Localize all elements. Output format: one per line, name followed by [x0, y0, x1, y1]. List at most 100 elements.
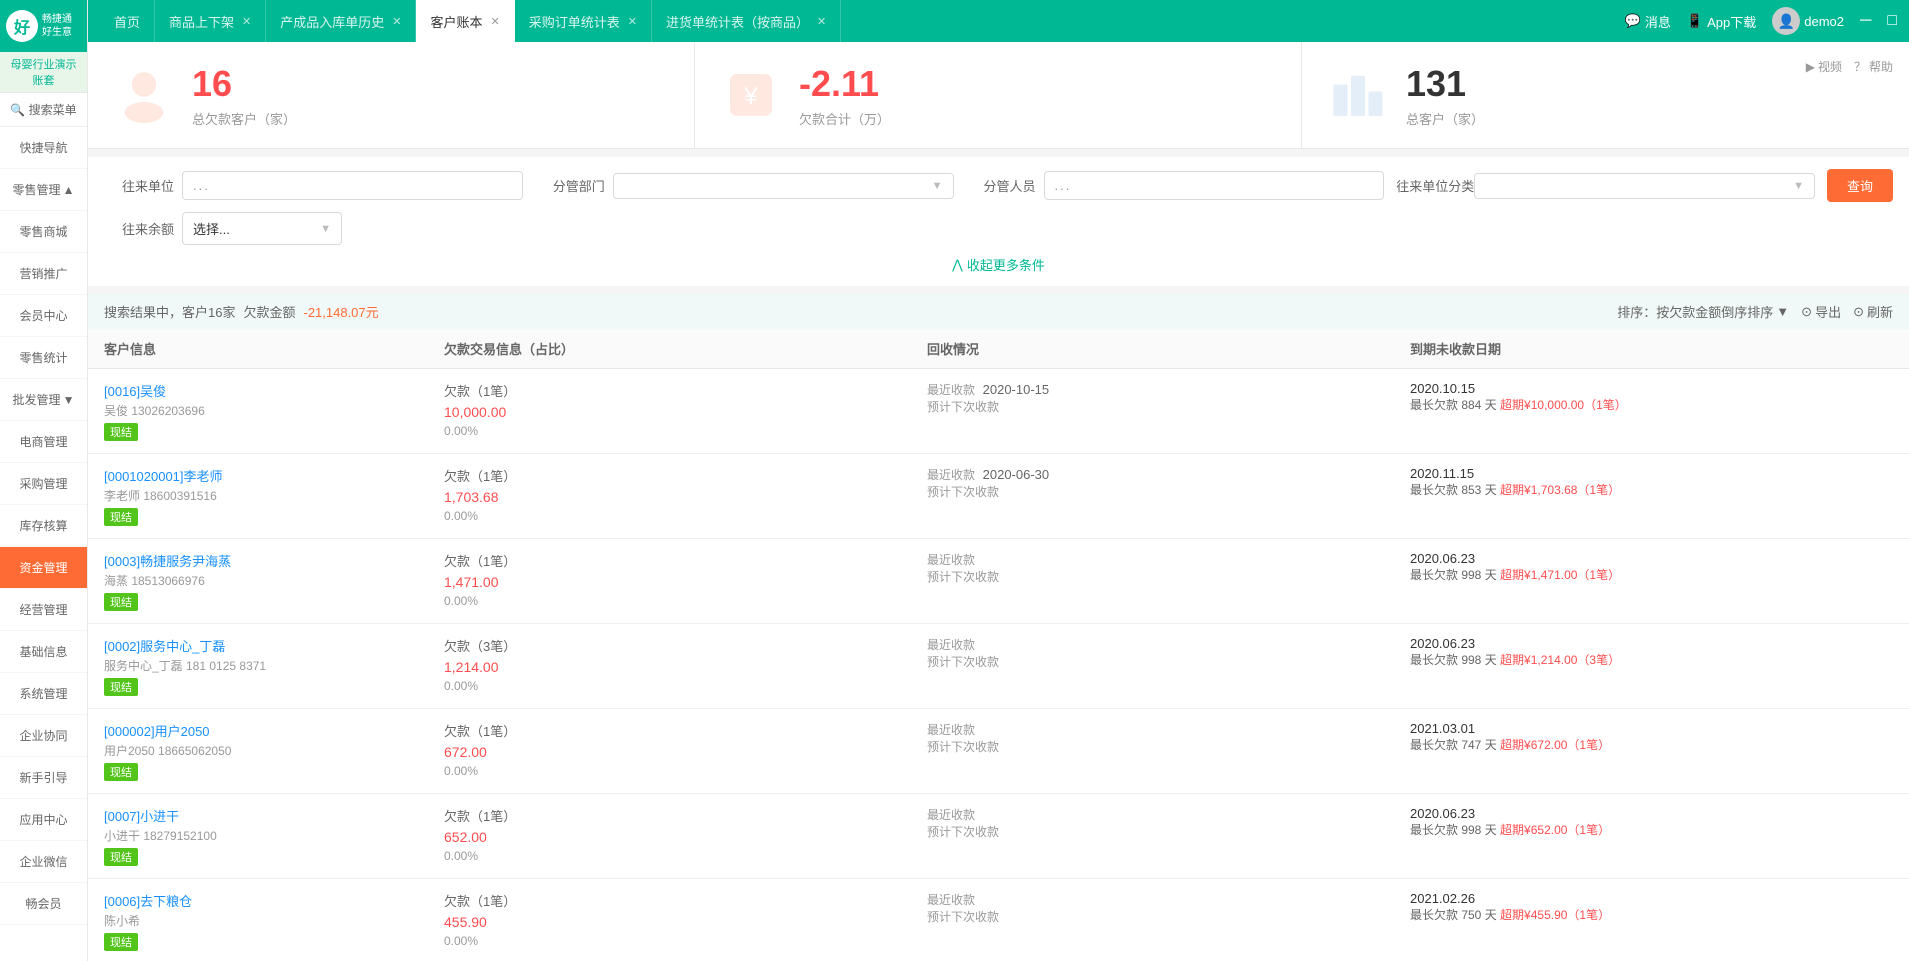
sidebar-item-zero-sales-mgmt[interactable]: 零售管理 ▲ — [0, 169, 87, 211]
collapse-button[interactable]: ⋀ 收起更多条件 — [952, 255, 1045, 274]
logo-text: 畅捷通好生意 — [42, 13, 81, 39]
customer-badge: 现结 — [104, 678, 138, 696]
recovery-cell: 最近收款 预计下次收款 — [927, 891, 1410, 925]
sidebar-item-marketing[interactable]: 营销推广 — [0, 253, 87, 295]
overdue-amount-link[interactable]: 超期¥652.00（1笔） — [1500, 823, 1610, 837]
help-action[interactable]: ？ 帮助 — [1854, 58, 1893, 75]
sidebar-item-vip[interactable]: 畅会员 — [0, 883, 87, 925]
tab-production-history[interactable]: 产成品入库单历史 ✕ — [266, 0, 416, 42]
category-select[interactable]: ▼ — [1474, 173, 1815, 199]
export-action[interactable]: ⊙ 导出 — [1801, 302, 1841, 321]
app-download-action[interactable]: 📱 App下载 — [1687, 12, 1756, 31]
overdue-amount-link[interactable]: 超期¥1,471.00（1笔） — [1500, 568, 1620, 582]
balance-select[interactable]: 选择... ▼ — [182, 212, 342, 245]
tab-purchase-stats-product[interactable]: 进货单统计表（按商品） ✕ — [652, 0, 841, 42]
sidebar-item-apps[interactable]: 应用中心 — [0, 799, 87, 841]
duedate-cell: 2020.11.15 最长欠款 853 天 超期¥1,703.68（1笔） — [1410, 466, 1893, 498]
refresh-icon: ⊙ — [1853, 304, 1864, 320]
sidebar-item-finance[interactable]: 资金管理 — [0, 547, 87, 589]
sort-action[interactable]: 排序：按欠款金额倒序排序 ▼ — [1617, 302, 1789, 321]
next-collect: 预计下次收款 — [927, 823, 1410, 840]
sidebar-item-member[interactable]: 会员中心 — [0, 295, 87, 337]
customer-name-link[interactable]: [0007]小进干 — [104, 809, 179, 824]
last-collect: 最近收款 2020-10-15 — [927, 381, 1410, 398]
minimize-button[interactable]: ─ — [1860, 12, 1871, 30]
debt-amount: 672.00 — [444, 744, 927, 760]
results-summary: 搜索结果中，客户16家 — [104, 302, 235, 321]
customer-name-link[interactable]: [0016]吴俊 — [104, 384, 166, 399]
maximize-button[interactable]: □ — [1887, 12, 1897, 30]
sidebar-item-basic-info[interactable]: 基础信息 — [0, 631, 87, 673]
search-menu-item[interactable]: 🔍 搜索菜单 — [0, 93, 87, 127]
sidebar-item-zero-stats[interactable]: 零售统计 — [0, 337, 87, 379]
chevron-icon: ▲ — [63, 183, 75, 197]
source-unit-input[interactable]: ... — [182, 171, 523, 200]
refresh-action[interactable]: ⊙ 刷新 — [1853, 302, 1893, 321]
tab-close-icon[interactable]: ✕ — [817, 15, 826, 28]
debt-info-cell: 欠款（1笔） 652.00 0.00% — [444, 806, 927, 863]
tab-product-listing[interactable]: 商品上下架 ✕ — [155, 0, 266, 42]
sort-chevron-icon: ▼ — [1776, 304, 1789, 319]
sidebar-item-enterprise[interactable]: 企业协同 — [0, 715, 87, 757]
customer-name-link[interactable]: [0001020001]李老师 — [104, 469, 223, 484]
overdue-amount-link[interactable]: 超期¥1,703.68（1笔） — [1500, 483, 1620, 497]
tab-home[interactable]: 首页 — [100, 0, 155, 42]
person-input[interactable]: ... — [1044, 171, 1385, 200]
customer-badge: 现结 — [104, 763, 138, 781]
overdue-amount-link[interactable]: 超期¥10,000.00（1笔） — [1500, 398, 1627, 412]
sidebar-item-system[interactable]: 系统管理 — [0, 673, 87, 715]
demo-label: 母婴行业演示账套 — [0, 52, 87, 93]
sidebar-item-zero-mall[interactable]: 零售商城 — [0, 211, 87, 253]
customer-info-cell: [0016]吴俊 吴俊 13026203696 现结 — [104, 381, 444, 441]
overdue-amount-link[interactable]: 超期¥1,214.00（3笔） — [1500, 653, 1620, 667]
customer-name-link[interactable]: [000002]用户2050 — [104, 724, 210, 739]
recovery-cell: 最近收款 预计下次收款 — [927, 721, 1410, 755]
query-button[interactable]: 查询 — [1827, 169, 1893, 202]
debt-label: 欠款（1笔） — [444, 551, 927, 570]
chevron-icon: ▼ — [63, 393, 75, 407]
duedate-cell: 2020.06.23 最长欠款 998 天 超期¥652.00（1笔） — [1410, 806, 1893, 838]
customer-name-link[interactable]: [0003]畅捷服务尹海蒸 — [104, 554, 231, 569]
tab-close-icon[interactable]: ✕ — [628, 15, 637, 28]
total-customers-icon — [1326, 63, 1390, 127]
stats-bar: 16 总欠款客户（家） ¥ -2.11 欠款合计（万） — [88, 42, 1909, 149]
next-collect: 预计下次收款 — [927, 908, 1410, 925]
tab-purchase-order-stats[interactable]: 采购订单统计表 ✕ — [515, 0, 652, 42]
sidebar-item-purchase[interactable]: 采购管理 — [0, 463, 87, 505]
debt-amount: 455.90 — [444, 914, 927, 930]
tab-close-icon[interactable]: ✕ — [392, 15, 401, 28]
sidebar-item-wechat[interactable]: 企业微信 — [0, 841, 87, 883]
due-date: 2020.06.23 — [1410, 806, 1893, 821]
overdue-amount-link[interactable]: 超期¥455.90（1笔） — [1500, 908, 1610, 922]
customer-name-link[interactable]: [0006]去下粮仓 — [104, 894, 192, 909]
debt-percent: 0.00% — [444, 424, 927, 438]
col-header-customer: 客户信息 — [104, 339, 444, 358]
message-action[interactable]: 💬 消息 — [1625, 12, 1671, 31]
tab-customer-ledger[interactable]: 客户账本 ✕ — [416, 0, 514, 42]
sidebar-item-ecommerce[interactable]: 电商管理 — [0, 421, 87, 463]
overdue-amount-link[interactable]: 超期¥672.00（1笔） — [1500, 738, 1610, 752]
tab-close-icon[interactable]: ✕ — [242, 15, 251, 28]
customer-contact: 海蒸 18513066976 — [104, 572, 444, 589]
user-menu[interactable]: 👤 demo2 — [1772, 7, 1844, 35]
dept-select[interactable]: ▼ — [613, 173, 954, 199]
recovery-cell: 最近收款 预计下次收款 — [927, 551, 1410, 585]
debt-amount: 1,214.00 — [444, 659, 927, 675]
customer-name-link[interactable]: [0002]服务中心_丁磊 — [104, 639, 225, 654]
table-row: [0016]吴俊 吴俊 13026203696 现结 欠款（1笔） 10,000… — [88, 369, 1909, 454]
sidebar-item-stock[interactable]: 库存核算 — [0, 505, 87, 547]
sidebar-item-operations[interactable]: 经营管理 — [0, 589, 87, 631]
video-action[interactable]: ▶ 视频 — [1806, 58, 1842, 75]
sidebar-item-guide[interactable]: 新手引导 — [0, 757, 87, 799]
collapse-icon: ⋀ — [952, 257, 963, 273]
stat-body-debt-customers: 16 总欠款客户（家） — [192, 62, 670, 128]
col-header-debt: 欠款交易信息（占比） — [444, 339, 927, 358]
debt-label: 欠款（3笔） — [444, 636, 927, 655]
sidebar-item-quicknav[interactable]: 快捷导航 — [0, 127, 87, 169]
logo: 好 畅捷通好生意 — [0, 0, 87, 52]
debt-percent: 0.00% — [444, 934, 927, 948]
last-collect: 最近收款 — [927, 891, 1410, 908]
overdue-days: 最长欠款 998 天 超期¥652.00（1笔） — [1410, 821, 1893, 838]
tab-close-icon[interactable]: ✕ — [491, 15, 500, 28]
sidebar-item-batch-mgmt[interactable]: 批发管理 ▼ — [0, 379, 87, 421]
